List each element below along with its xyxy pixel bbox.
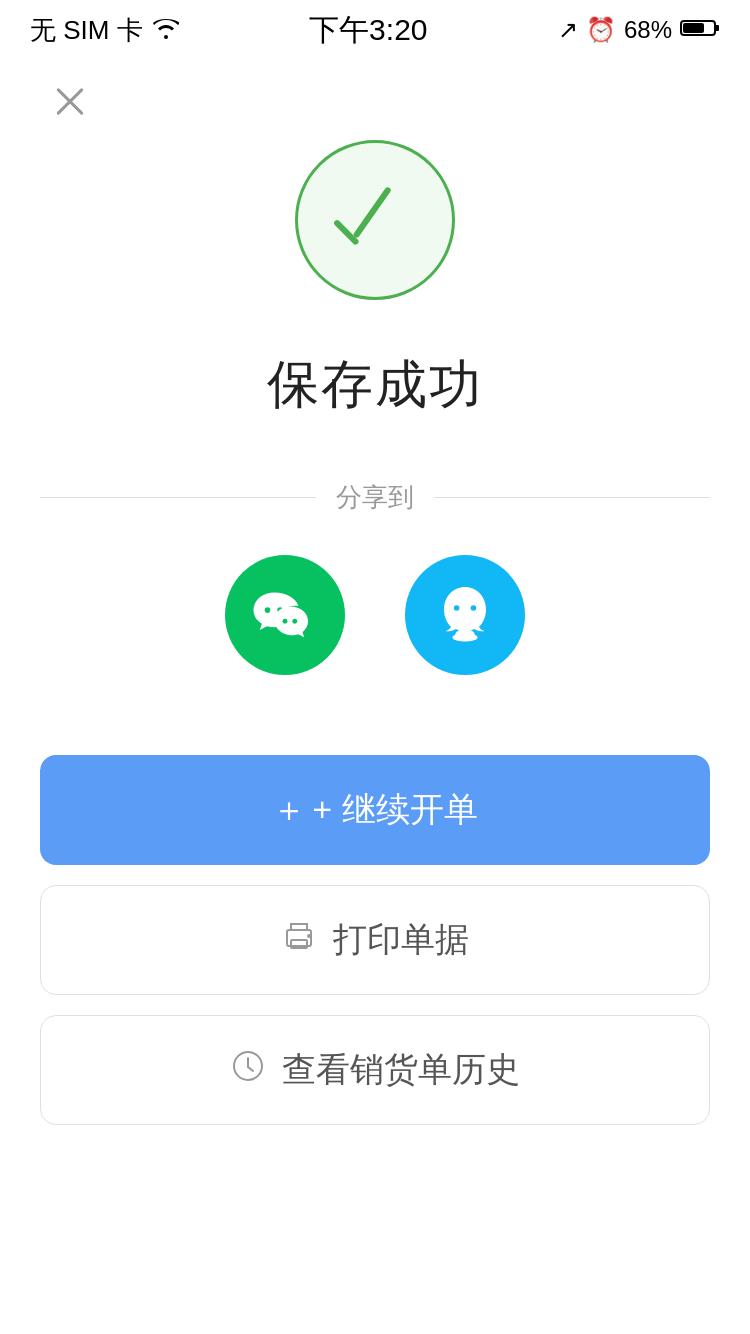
- share-icons-row: [225, 555, 525, 675]
- alarm-icon: ⏰: [586, 16, 616, 44]
- printer-icon: [281, 918, 317, 962]
- history-button[interactable]: 查看销货单历史: [40, 1015, 710, 1125]
- qq-icon: [430, 580, 500, 650]
- share-line-right: [434, 497, 710, 498]
- svg-point-7: [292, 619, 297, 624]
- history-label: 查看销货单历史: [282, 1047, 520, 1093]
- success-title: 保存成功: [267, 350, 483, 420]
- battery-text: 68%: [624, 16, 672, 44]
- no-sim-text: 无 SIM 卡: [30, 13, 143, 48]
- plus-icon: ＋: [272, 787, 306, 833]
- svg-point-11: [471, 605, 477, 611]
- status-right: ↗ ⏰ 68%: [558, 16, 720, 44]
- print-button[interactable]: 打印单据: [40, 885, 710, 995]
- checkmark-icon: [335, 190, 415, 250]
- close-icon: [52, 82, 88, 118]
- share-label: 分享到: [336, 480, 414, 515]
- svg-point-4: [265, 607, 271, 613]
- svg-rect-2: [683, 23, 704, 33]
- print-label: 打印单据: [333, 917, 469, 963]
- svg-point-14: [307, 934, 311, 938]
- status-bar: 无 SIM 卡 下午3:20 ↗ ⏰ 68%: [0, 0, 750, 60]
- close-button[interactable]: [40, 70, 100, 130]
- share-divider: 分享到: [40, 480, 710, 515]
- location-icon: ↗: [558, 16, 578, 44]
- svg-point-6: [283, 619, 288, 624]
- clock-icon: [230, 1048, 266, 1092]
- status-time: 下午3:20: [309, 10, 427, 51]
- svg-point-10: [454, 605, 460, 611]
- status-left: 无 SIM 卡: [30, 13, 179, 48]
- wechat-icon: [250, 580, 320, 650]
- action-buttons: ＋ + 继续开单 打印单据 查看销货单历史: [40, 755, 710, 1125]
- success-circle: [295, 140, 455, 300]
- wechat-share-button[interactable]: [225, 555, 345, 675]
- wifi-icon: [153, 15, 179, 46]
- battery-icon: [680, 16, 720, 44]
- continue-order-label: + 继续开单: [312, 787, 477, 833]
- qq-share-button[interactable]: [405, 555, 525, 675]
- main-content: 保存成功 分享到: [0, 60, 750, 1125]
- share-line-left: [40, 497, 316, 498]
- share-section: 分享到: [40, 480, 710, 675]
- continue-order-button[interactable]: ＋ + 继续开单: [40, 755, 710, 865]
- svg-rect-1: [715, 25, 719, 31]
- svg-point-9: [452, 633, 477, 641]
